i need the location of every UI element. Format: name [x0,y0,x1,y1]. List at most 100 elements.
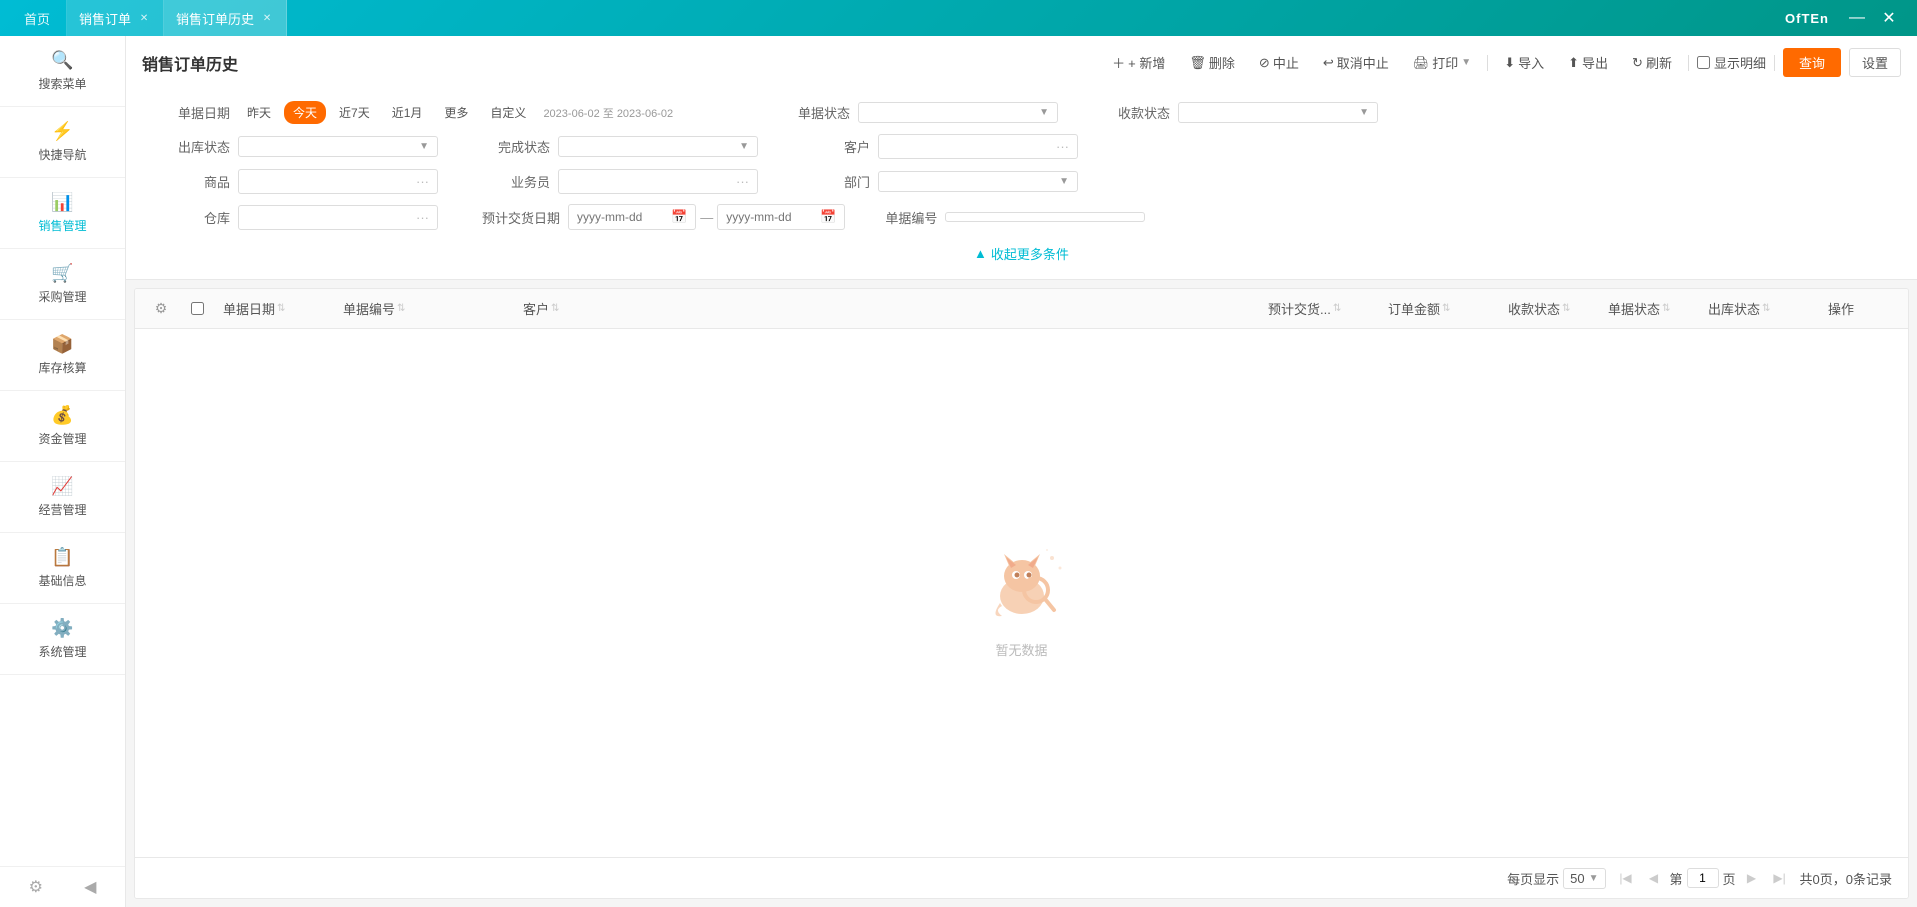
delivery-sort-icon[interactable]: ⇅ [1333,303,1341,314]
tab-sales-order-history[interactable]: 销售订单历史 ✕ [164,0,287,36]
print-button[interactable]: 🖨 打印 ▼ [1405,49,1479,76]
th-outbound-label: 出库状态 [1708,299,1760,318]
department-select[interactable]: ▼ [878,171,1078,192]
tab-sales-order-close[interactable]: ✕ [137,11,151,25]
page-label: 第 [1670,869,1683,888]
number-sort-icon[interactable]: ⇅ [397,303,405,314]
operation-icon: 📈 [51,476,73,497]
page-size-box[interactable]: 50 ▼ [1563,868,1605,889]
page-size-value: 50 [1570,871,1584,886]
calendar-end-icon[interactable]: 📅 [820,209,836,225]
sidebar-item-inventory[interactable]: 📦 库存核算 [0,320,125,391]
cancel-stop-icon: ↩ [1323,55,1334,71]
receipt-status-label: 收款状态 [1098,103,1178,122]
delete-button[interactable]: 🗑 删除 [1181,49,1243,76]
complete-status-select[interactable]: ▼ [558,136,758,157]
table-settings-icon[interactable]: ⚙ [155,300,168,317]
date-tab-7days[interactable]: 近7天 [330,101,379,124]
display-toggle[interactable]: 显示明细 [1697,53,1766,72]
date-sort-icon[interactable]: ⇅ [277,303,285,314]
bill-number-input[interactable] [945,212,1145,222]
minimize-icon[interactable]: — [1845,6,1869,30]
sidebar-item-operation[interactable]: 📈 经营管理 [0,462,125,533]
search-menu-icon: 🔍 [51,50,73,71]
receipt-status-select[interactable]: ▼ [1178,102,1378,123]
import-button[interactable]: ⬇ 导入 [1496,49,1552,76]
main-layout: 🔍 搜索菜单 ⚡ 快捷导航 📊 销售管理 🛒 采购管理 📦 库存核算 💰 资金管… [0,36,1917,907]
date-tab-more[interactable]: 更多 [435,101,477,124]
sidebar-item-system[interactable]: ⚙️ 系统管理 [0,604,125,675]
table-footer: 每页显示 50 ▼ |◀ ◀ 第 页 ▶ ▶| 共0页，0条记录 [135,857,1908,898]
warehouse-label: 仓库 [158,208,238,227]
toolbar-divider-1 [1487,55,1488,71]
date-tab-1month[interactable]: 近1月 [383,101,432,124]
delivery-date-end-input[interactable] [726,210,816,224]
tab-home[interactable]: 首页 [8,0,67,36]
select-all-checkbox[interactable] [191,302,204,315]
receipt-sort-icon[interactable]: ⇅ [1562,303,1570,314]
toolbar-divider-3 [1774,55,1775,71]
sidebar-settings-icon[interactable]: ⚙ [29,877,43,897]
first-page-button[interactable]: |◀ [1614,866,1638,890]
sidebar-sales-label: 销售管理 [38,217,86,234]
date-tabs: 昨天 今天 近7天 近1月 更多 自定义 [238,101,535,124]
new-button[interactable]: ＋ + 新增 [1104,49,1173,76]
last-page-button[interactable]: ▶| [1768,866,1792,890]
page-suffix: 页 [1723,869,1736,888]
sidebar-item-purchase[interactable]: 🛒 采购管理 [0,249,125,320]
bill-status-select[interactable]: ▼ [858,102,1058,123]
delete-label: 删除 [1209,53,1235,72]
salesman-input[interactable]: ··· [558,169,758,194]
select-all-col[interactable] [179,302,215,315]
th-customer: 客户 ⇅ [515,299,1260,318]
sidebar-item-quick-nav[interactable]: ⚡ 快捷导航 [0,107,125,178]
outbound-sort-icon[interactable]: ⇅ [1762,303,1770,314]
warehouse-input[interactable]: ··· [238,205,438,230]
th-date: 单据日期 ⇅ [215,299,335,318]
goods-input[interactable]: ··· [238,169,438,194]
sidebar-item-basic-info[interactable]: 📋 基础信息 [0,533,125,604]
delivery-date-label: 预计交货日期 [478,208,568,227]
date-tab-yesterday[interactable]: 昨天 [238,101,280,124]
bill-status-sort-icon[interactable]: ⇅ [1662,303,1670,314]
customer-sort-icon[interactable]: ⇅ [551,303,559,314]
tab-sales-order[interactable]: 销售订单 ✕ [67,0,164,36]
sidebar-collapse-icon[interactable]: ◀ [84,877,96,897]
cancel-stop-button[interactable]: ↩ 取消中止 [1315,49,1397,76]
stop-button[interactable]: ⊘ 中止 [1251,49,1307,76]
date-label: 单据日期 [158,103,238,122]
sidebar-item-sales[interactable]: 📊 销售管理 [0,178,125,249]
import-icon: ⬇ [1504,55,1515,71]
sidebar-basic-info-label: 基础信息 [38,572,86,589]
sidebar-item-search[interactable]: 🔍 搜索菜单 [0,36,125,107]
query-button[interactable]: 查询 [1783,48,1841,77]
next-page-button[interactable]: ▶ [1740,866,1764,890]
toolbar-divider-2 [1688,55,1689,71]
collapse-more-btn[interactable]: ▲ 收起更多条件 [158,240,1885,267]
tab-bar: 首页 销售订单 ✕ 销售订单历史 ✕ [8,0,1777,36]
display-toggle-checkbox[interactable] [1697,56,1710,69]
export-button[interactable]: ⬆ 导出 [1560,49,1616,76]
calendar-start-icon[interactable]: 📅 [671,209,687,225]
settings-gear-col[interactable]: ⚙ [143,300,179,317]
prev-page-button[interactable]: ◀ [1642,866,1666,890]
th-ops-label: 操作 [1828,299,1854,318]
sidebar-item-finance[interactable]: 💰 资金管理 [0,391,125,462]
date-tab-today[interactable]: 今天 [284,101,326,124]
tab-sales-order-history-close[interactable]: ✕ [260,11,274,25]
brand-text: OfTEn [1777,11,1837,26]
amount-sort-icon[interactable]: ⇅ [1442,303,1450,314]
page-size-chevron-icon: ▼ [1589,873,1599,884]
date-tab-custom[interactable]: 自定义 [481,101,535,124]
outbound-status-select[interactable]: ▼ [238,136,438,157]
current-page-input[interactable] [1687,868,1719,888]
delivery-date-start-input[interactable] [577,210,667,224]
settings-button[interactable]: 设置 [1849,48,1901,77]
warehouse-dots-icon: ··· [416,210,429,225]
refresh-button[interactable]: ↻ 刷新 [1624,49,1680,76]
customer-input[interactable]: ··· [878,134,1078,159]
delivery-date-start-wrapper: 📅 [568,204,696,230]
th-bill-status: 单据状态 ⇅ [1600,299,1700,318]
th-receipt-label: 收款状态 [1508,299,1560,318]
close-window-icon[interactable]: ✕ [1877,6,1901,30]
